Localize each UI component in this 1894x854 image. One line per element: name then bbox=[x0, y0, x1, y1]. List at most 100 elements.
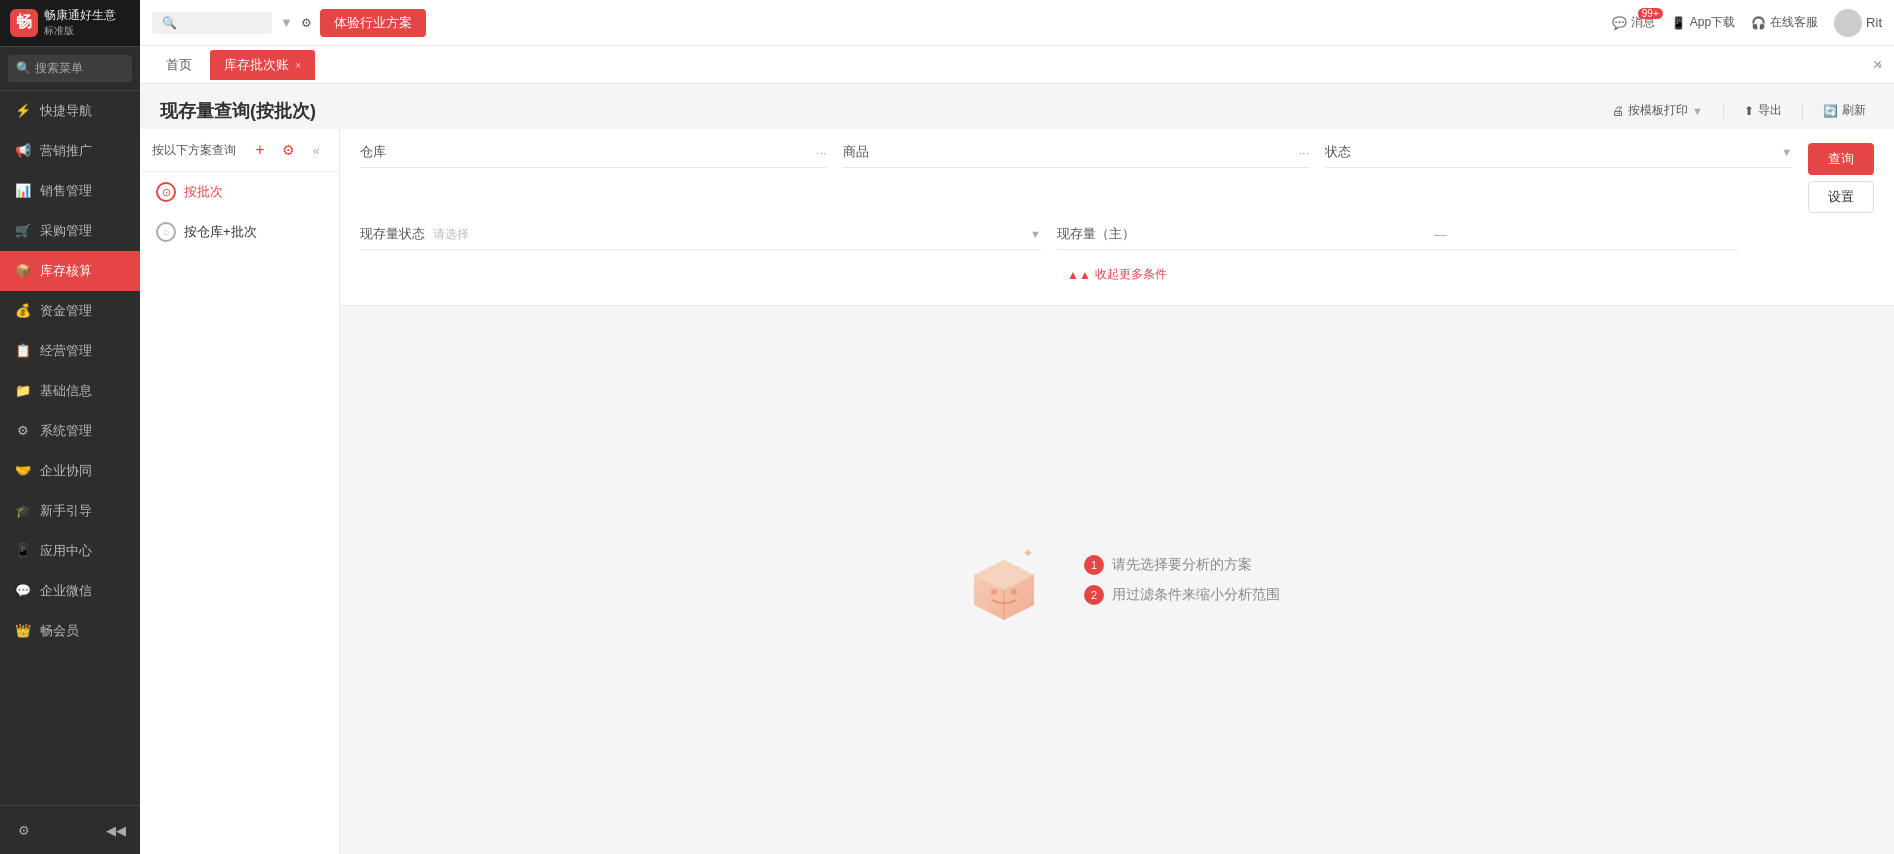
message-btn[interactable]: 💬 消息 99+ bbox=[1612, 14, 1655, 31]
industry-btn[interactable]: 体验行业方案 bbox=[320, 9, 426, 37]
tab-home[interactable]: 首页 bbox=[152, 50, 206, 80]
svg-point-3 bbox=[991, 589, 997, 595]
sidebar-item-quick-nav[interactable]: ⚡ 快捷导航 bbox=[0, 91, 140, 131]
refresh-btn[interactable]: 🔄 刷新 bbox=[1815, 98, 1874, 123]
tip-text-2: 用过滤条件来缩小分析范围 bbox=[1112, 586, 1280, 604]
filter-area: 仓库 ··· 商品 ··· 状态 bbox=[340, 129, 1894, 306]
product-dots[interactable]: ··· bbox=[1299, 145, 1310, 160]
online-service-btn[interactable]: 🎧 在线客服 bbox=[1751, 14, 1818, 31]
sidebar-item-enterprise[interactable]: 🤝 企业协同 bbox=[0, 451, 140, 491]
empty-tip-2: 2 用过滤条件来缩小分析范围 bbox=[1084, 585, 1280, 605]
settings-plan-btn[interactable]: ⚙ bbox=[277, 139, 299, 161]
close-tab-btn[interactable]: × bbox=[1873, 56, 1882, 74]
add-plan-btn[interactable]: + bbox=[249, 139, 271, 161]
marketing-icon: 📢 bbox=[14, 142, 32, 160]
topbar-actions: 💬 消息 99+ 📱 App下载 🎧 在线客服 Rit bbox=[1612, 9, 1882, 37]
sidebar-item-label: 经营管理 bbox=[40, 342, 92, 360]
app-download-icon: 📱 bbox=[1671, 16, 1686, 30]
search-menu-btn[interactable]: 🔍 搜索菜单 bbox=[8, 55, 132, 82]
filter-settings-btn[interactable]: 设置 bbox=[1808, 181, 1874, 213]
tip-num-2: 2 bbox=[1084, 585, 1104, 605]
collapse-up-icon: ▲▲ bbox=[1067, 268, 1091, 282]
collapse-sidebar-btn[interactable]: ◀◀ bbox=[102, 816, 130, 844]
tip-num-1: 1 bbox=[1084, 555, 1104, 575]
topbar-dropdown-icon[interactable]: ▼ bbox=[280, 15, 293, 30]
sidebar: 畅 畅康通好生意 标准版 🔍 搜索菜单 ⚡ 快捷导航 📢 营销推广 📊 销售管理… bbox=[0, 0, 140, 854]
basics-icon: 📁 bbox=[14, 382, 32, 400]
refresh-icon: 🔄 bbox=[1823, 104, 1838, 118]
sidebar-item-operations[interactable]: 📋 经营管理 bbox=[0, 331, 140, 371]
sidebar-item-label: 企业微信 bbox=[40, 582, 92, 600]
search-menu-label: 搜索菜单 bbox=[35, 60, 83, 77]
page-header: 现存量查询(按批次) 🖨 按模板打印 ▼ ⬆ 导出 🔄 刷新 bbox=[140, 84, 1894, 129]
sidebar-item-label: 应用中心 bbox=[40, 542, 92, 560]
sidebar-item-newuser[interactable]: 🎓 新手引导 bbox=[0, 491, 140, 531]
print-label: 按模板打印 bbox=[1628, 102, 1688, 119]
topbar-search[interactable]: 🔍 bbox=[152, 12, 272, 34]
query-btn[interactable]: 查询 bbox=[1808, 143, 1874, 175]
status-dropdown-icon: ▼ bbox=[1781, 146, 1792, 158]
enterprise-icon: 🤝 bbox=[14, 462, 32, 480]
sidebar-item-label: 畅会员 bbox=[40, 622, 79, 640]
empty-tips: 1 请先选择要分析的方案 2 用过滤条件来缩小分析范围 bbox=[1084, 555, 1280, 605]
sidebar-item-system[interactable]: ⚙ 系统管理 bbox=[0, 411, 140, 451]
export-icon: ⬆ bbox=[1744, 104, 1754, 118]
sidebar-item-wechat[interactable]: 💬 企业微信 bbox=[0, 571, 140, 611]
inventory-status-placeholder: 请选择 bbox=[433, 226, 469, 243]
inventory-to-input[interactable] bbox=[1453, 227, 1738, 242]
tab-close-icon[interactable]: × bbox=[295, 59, 301, 71]
collapse-plan-btn[interactable]: « bbox=[305, 139, 327, 161]
tabs-bar: 首页 库存批次账 × × › bbox=[140, 46, 1894, 84]
sidebar-item-label: 营销推广 bbox=[40, 142, 92, 160]
sidebar-item-label: 资金管理 bbox=[40, 302, 92, 320]
tab-inventory[interactable]: 库存批次账 × bbox=[210, 50, 315, 80]
topbar: 🔍 ▼ ⚙ 体验行业方案 💬 消息 99+ 📱 App下载 🎧 在线客服 Rit bbox=[140, 0, 1894, 46]
plan-warehouse-batch-label: 按仓库+批次 bbox=[184, 223, 257, 241]
sidebar-item-appcenter[interactable]: 📱 应用中心 bbox=[0, 531, 140, 571]
tool-divider-1 bbox=[1723, 103, 1724, 119]
plan-header-label: 按以下方案查询 bbox=[152, 142, 236, 159]
inventory-status-dropdown-icon: ▼ bbox=[1030, 228, 1041, 240]
settings-footer-btn[interactable]: ⚙ bbox=[10, 816, 38, 844]
sidebar-item-marketing[interactable]: 📢 营销推广 bbox=[0, 131, 140, 171]
system-icon: ⚙ bbox=[14, 422, 32, 440]
page-header-tools: 🖨 按模板打印 ▼ ⬆ 导出 🔄 刷新 bbox=[1604, 98, 1874, 123]
sidebar-item-sales[interactable]: 📊 销售管理 bbox=[0, 171, 140, 211]
sidebar-item-basics[interactable]: 📁 基础信息 bbox=[0, 371, 140, 411]
sidebar-item-inventory[interactable]: 📦 库存核算 bbox=[0, 251, 140, 291]
export-btn[interactable]: ⬆ 导出 bbox=[1736, 98, 1790, 123]
quick-nav-icon: ⚡ bbox=[14, 102, 32, 120]
sidebar-item-purchase[interactable]: 🛒 采购管理 bbox=[0, 211, 140, 251]
app-download-btn[interactable]: 📱 App下载 bbox=[1671, 14, 1735, 31]
range-dash: — bbox=[1434, 227, 1447, 242]
settings-gear-btn[interactable]: ⚙ bbox=[301, 16, 312, 30]
print-dropdown-icon[interactable]: ▼ bbox=[1692, 105, 1703, 117]
sidebar-item-member[interactable]: 👑 畅会员 bbox=[0, 611, 140, 651]
inventory-from-input[interactable] bbox=[1143, 227, 1428, 242]
empty-tip-1: 1 请先选择要分析的方案 bbox=[1084, 555, 1280, 575]
svg-text:✦: ✦ bbox=[1022, 545, 1034, 561]
print-btn[interactable]: 🖨 按模板打印 ▼ bbox=[1604, 98, 1711, 123]
headset-icon: 🎧 bbox=[1751, 16, 1766, 30]
plan-item-warehouse-batch[interactable]: ○ 按仓库+批次 bbox=[140, 212, 339, 252]
search-icon: 🔍 bbox=[16, 61, 31, 75]
content-area: 按以下方案查询 + ⚙ « ⊙ 按批次 ○ 按仓库+批次 bbox=[140, 129, 1894, 854]
sidebar-item-label: 销售管理 bbox=[40, 182, 92, 200]
sidebar-item-label: 采购管理 bbox=[40, 222, 92, 240]
app-logo: 畅 bbox=[10, 9, 38, 37]
sidebar-item-label: 新手引导 bbox=[40, 502, 92, 520]
warehouse-dots[interactable]: ··· bbox=[816, 145, 827, 160]
sidebar-item-finance[interactable]: 💰 资金管理 bbox=[0, 291, 140, 331]
operations-icon: 📋 bbox=[14, 342, 32, 360]
filter-collapse-btn[interactable]: ▲▲ 收起更多条件 bbox=[360, 258, 1874, 291]
plan-item-batch[interactable]: ⊙ 按批次 bbox=[140, 172, 339, 212]
online-service-label: 在线客服 bbox=[1770, 14, 1818, 31]
status-select[interactable]: ▼ bbox=[1359, 146, 1792, 158]
finance-icon: 💰 bbox=[14, 302, 32, 320]
right-panel: 仓库 ··· 商品 ··· 状态 bbox=[340, 129, 1894, 854]
inventory-status-select[interactable]: 请选择 ▼ bbox=[433, 226, 1041, 243]
tip-text-1: 请先选择要分析的方案 bbox=[1112, 556, 1252, 574]
user-area[interactable]: Rit bbox=[1834, 9, 1882, 37]
refresh-label: 刷新 bbox=[1842, 102, 1866, 119]
left-panel-header: 按以下方案查询 + ⚙ « bbox=[140, 129, 339, 172]
